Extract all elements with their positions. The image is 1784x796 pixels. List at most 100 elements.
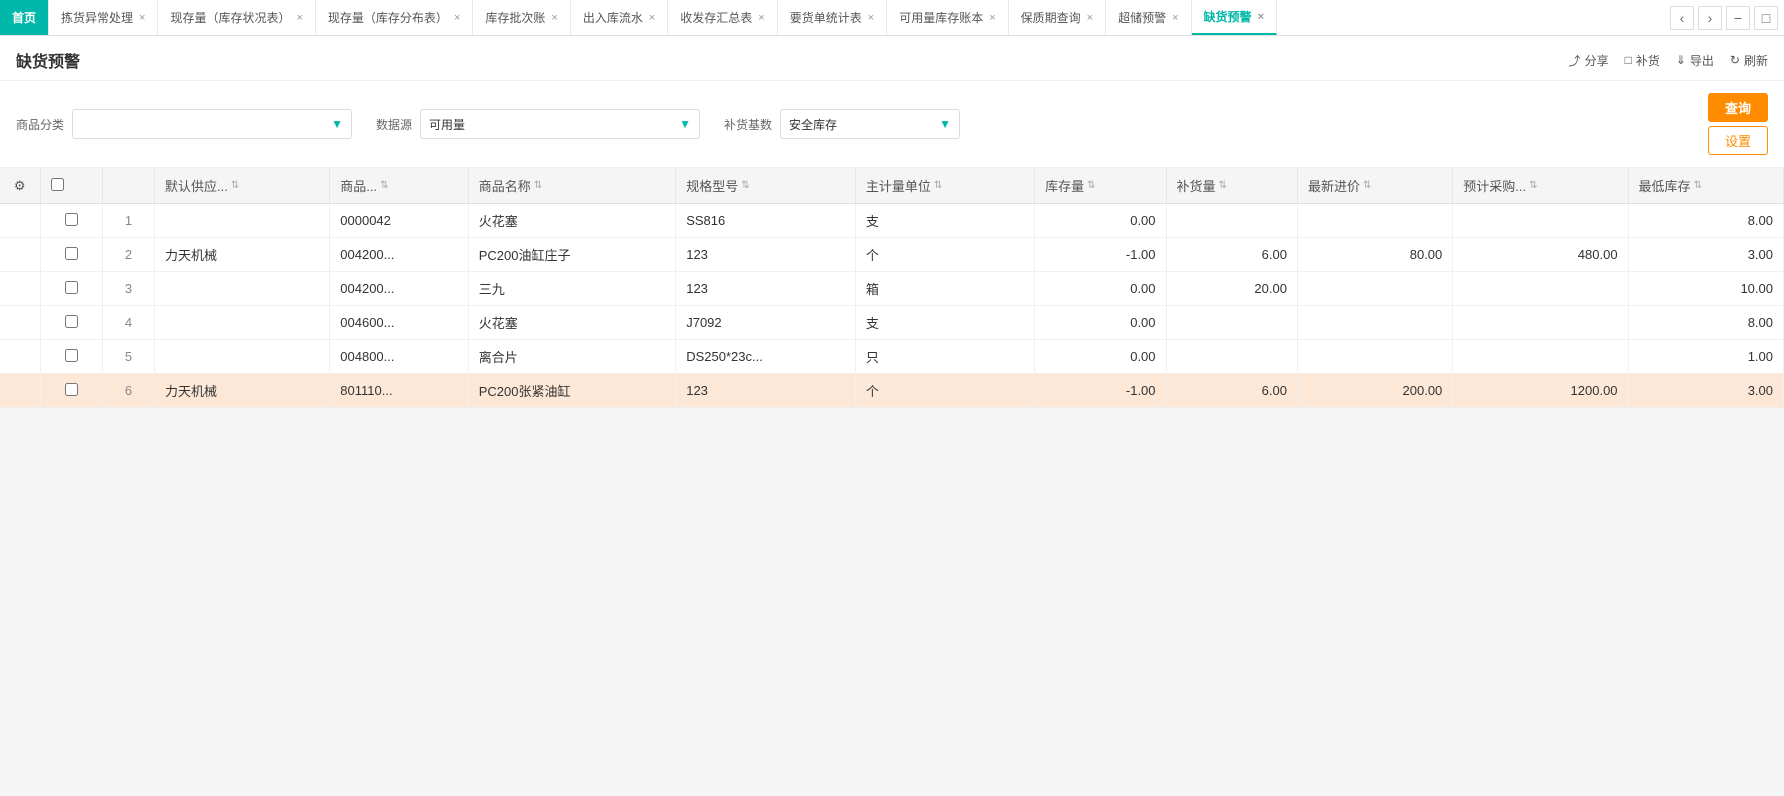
tab-window-minimize[interactable]: −	[1726, 6, 1750, 30]
data-table: ⚙ 默认供应... ⇅ 商品...	[0, 168, 1784, 408]
th-default-supplier: 默认供应... ⇅	[155, 168, 330, 204]
tab-8-close[interactable]: ×	[989, 12, 995, 24]
sort-icon-price[interactable]: ⇅	[1363, 180, 1371, 191]
tab-7-close[interactable]: ×	[868, 12, 874, 24]
tab-2[interactable]: 现存量（库存状况表） ×	[158, 0, 315, 35]
row-supplier	[155, 340, 330, 374]
table-row: 5 004800... 离合片 DS250*23c... 只 0.00 1.00	[0, 340, 1784, 374]
th-estimated-purchase: 预计采购... ⇅	[1453, 168, 1628, 204]
table-row: 2 力天机械 004200... PC200油缸庄子 123 个 -1.00 6…	[0, 238, 1784, 272]
page-header: 缺货预警 ⤴ 分享 □ 补货 ⇓ 导出 ↻ 刷新	[0, 36, 1784, 81]
replenish-base-chevron-icon: ▼	[939, 117, 951, 131]
tab-window-maximize[interactable]: □	[1754, 6, 1778, 30]
replenish-button[interactable]: □ 补货	[1625, 52, 1660, 69]
row-product-code: 801110...	[330, 374, 468, 408]
row-latest-price: 200.00	[1297, 374, 1452, 408]
tab-1-label: 拣货异常处理	[61, 9, 133, 26]
row-product-code: 004200...	[330, 272, 468, 306]
datasource-select[interactable]: 可用量 ▼	[420, 109, 700, 139]
replenish-base-filter-group: 补货基数 安全库存 ▼	[724, 109, 960, 139]
row-checkbox[interactable]	[65, 247, 78, 260]
tab-home[interactable]: 首页	[0, 0, 49, 35]
select-all-checkbox[interactable]	[51, 178, 64, 191]
row-product-name: PC200张紧油缸	[468, 374, 676, 408]
refresh-button[interactable]: ↻ 刷新	[1730, 52, 1768, 69]
tab-10-close[interactable]: ×	[1172, 12, 1178, 24]
row-checkbox[interactable]	[65, 213, 78, 226]
tab-home-label: 首页	[12, 9, 36, 26]
sort-icon-stock[interactable]: ⇅	[1087, 180, 1095, 191]
sort-icon-min-stock[interactable]: ⇅	[1694, 180, 1702, 191]
row-supplier	[155, 204, 330, 238]
row-replenish	[1166, 340, 1297, 374]
tab-3-close[interactable]: ×	[454, 12, 460, 24]
sort-icon-code[interactable]: ⇅	[380, 180, 388, 191]
export-button[interactable]: ⇓ 导出	[1676, 52, 1714, 69]
export-label: 导出	[1690, 52, 1714, 69]
replenish-base-select[interactable]: 安全库存 ▼	[780, 109, 960, 139]
row-supplier: 力天机械	[155, 374, 330, 408]
tab-5-label: 出入库流水	[583, 9, 643, 26]
sort-icon-spec[interactable]: ⇅	[741, 180, 749, 191]
row-product-code: 004800...	[330, 340, 468, 374]
row-gear-cell	[0, 204, 40, 238]
settings-button[interactable]: 设置	[1708, 126, 1768, 155]
tab-8[interactable]: 可用量库存账本 ×	[887, 0, 1008, 35]
tab-scroll-right[interactable]: ›	[1698, 6, 1722, 30]
tab-4[interactable]: 库存批次账 ×	[473, 0, 570, 35]
tab-6[interactable]: 收发存汇总表 ×	[668, 0, 777, 35]
row-spec: DS250*23c...	[676, 340, 856, 374]
tab-11-label: 缺货预警	[1204, 8, 1252, 25]
tab-1[interactable]: 拣货异常处理 ×	[49, 0, 158, 35]
tab-1-close[interactable]: ×	[139, 12, 145, 24]
table-row: 6 力天机械 801110... PC200张紧油缸 123 个 -1.00 6…	[0, 374, 1784, 408]
row-product-name: 三九	[468, 272, 676, 306]
sort-icon-supplier[interactable]: ⇅	[231, 180, 239, 191]
tab-10[interactable]: 超储预警 ×	[1106, 0, 1191, 35]
row-product-name: 离合片	[468, 340, 676, 374]
row-latest-price	[1297, 204, 1452, 238]
row-checkbox-cell	[40, 204, 103, 238]
row-number: 5	[103, 340, 155, 374]
th-min-stock: 最低库存 ⇅	[1628, 168, 1783, 204]
tab-9-close[interactable]: ×	[1087, 12, 1093, 24]
tab-9[interactable]: 保质期查询 ×	[1009, 0, 1106, 35]
tab-5-close[interactable]: ×	[649, 12, 655, 24]
row-spec: 123	[676, 238, 856, 272]
export-icon: ⇓	[1676, 53, 1686, 67]
share-button[interactable]: ⤴ 分享	[1569, 52, 1609, 69]
category-select[interactable]: ▼	[72, 109, 352, 139]
tab-7[interactable]: 要货单统计表 ×	[778, 0, 887, 35]
gear-settings-icon[interactable]: ⚙	[14, 178, 26, 193]
query-button[interactable]: 查询	[1708, 93, 1768, 122]
row-stock: 0.00	[1035, 340, 1166, 374]
table-body: 1 0000042 火花塞 SS816 支 0.00 8.00 2 力天机械 0…	[0, 204, 1784, 408]
table-row: 1 0000042 火花塞 SS816 支 0.00 8.00	[0, 204, 1784, 238]
sort-icon-unit[interactable]: ⇅	[934, 180, 942, 191]
row-checkbox[interactable]	[65, 349, 78, 362]
tab-scroll-left[interactable]: ‹	[1670, 6, 1694, 30]
tab-7-label: 要货单统计表	[790, 9, 862, 26]
tab-3[interactable]: 现存量（库存分布表） ×	[316, 0, 473, 35]
row-checkbox[interactable]	[65, 281, 78, 294]
tab-6-close[interactable]: ×	[758, 12, 764, 24]
replenish-base-label: 补货基数	[724, 116, 772, 133]
tab-2-close[interactable]: ×	[296, 12, 302, 24]
sort-icon-estimated[interactable]: ⇅	[1529, 180, 1537, 191]
row-checkbox-cell	[40, 306, 103, 340]
tab-4-close[interactable]: ×	[551, 12, 557, 24]
tab-5[interactable]: 出入库流水 ×	[571, 0, 668, 35]
tab-11-close[interactable]: ×	[1258, 11, 1264, 23]
th-spec: 规格型号 ⇅	[676, 168, 856, 204]
row-number: 3	[103, 272, 155, 306]
share-icon: ⤴	[1569, 52, 1581, 69]
th-checkbox	[40, 168, 103, 204]
sort-icon-name[interactable]: ⇅	[534, 180, 542, 191]
sort-icon-replenish[interactable]: ⇅	[1219, 180, 1227, 191]
row-checkbox[interactable]	[65, 315, 78, 328]
row-gear-cell	[0, 272, 40, 306]
tab-11[interactable]: 缺货预警 ×	[1192, 0, 1277, 35]
row-product-code: 0000042	[330, 204, 468, 238]
row-stock: 0.00	[1035, 272, 1166, 306]
row-checkbox[interactable]	[65, 383, 78, 396]
